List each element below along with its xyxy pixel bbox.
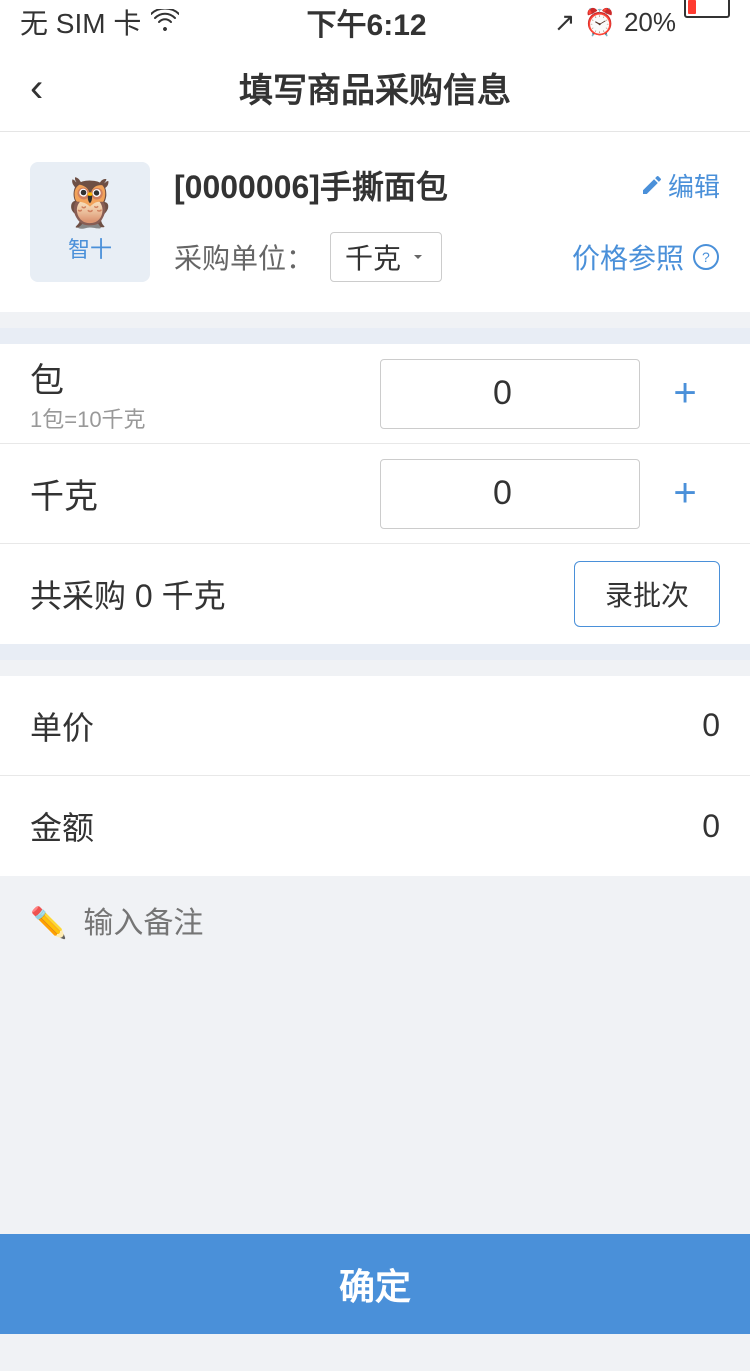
battery-percent: 20% xyxy=(624,7,676,38)
product-logo-icon: 🦉 xyxy=(60,180,120,228)
price-ref-button[interactable]: 价格参照 ? xyxy=(572,237,720,277)
product-unit-row: 采购单位： 千克 价格参照 ? xyxy=(174,232,720,282)
kg-input[interactable] xyxy=(380,459,640,529)
unit-selector[interactable]: 千克 xyxy=(330,232,442,282)
unit-price-row: 单价 0 xyxy=(0,676,750,776)
confirm-button[interactable]: 确定 xyxy=(0,1234,750,1334)
kg-label: 千克 xyxy=(30,469,150,518)
bao-field-wrap: + xyxy=(150,359,720,429)
page-title: 填写商品采购信息 xyxy=(239,63,511,112)
bao-label: 包 1包=10千克 xyxy=(30,353,150,434)
bao-input[interactable] xyxy=(380,359,640,429)
bao-plus-button[interactable]: + xyxy=(650,359,720,429)
unit-price-label: 单价 xyxy=(30,703,94,749)
kg-field-wrap: + xyxy=(150,459,720,529)
status-right: ↗ ⏰ 20% xyxy=(554,0,730,49)
nav-bar: ‹ 填写商品采购信息 xyxy=(0,44,750,132)
input-section: 包 1包=10千克 + 千克 + xyxy=(0,344,750,544)
status-time: 下午6:12 xyxy=(307,0,427,44)
section-divider-1 xyxy=(0,328,750,344)
product-card: 🦉 智十 [0000006]手撕面包 编辑 采购单位： 千克 价格参照 ? xyxy=(0,132,750,312)
bao-label-main: 包 xyxy=(30,353,150,402)
amount-row: 金额 0 xyxy=(0,776,750,876)
price-section: 单价 0 金额 0 xyxy=(0,676,750,876)
location-icon: ↗ xyxy=(554,7,576,38)
total-label: 共采购 0 千克 xyxy=(30,571,226,617)
pencil-icon: ✏️ xyxy=(30,906,67,941)
product-info: [0000006]手撕面包 编辑 采购单位： 千克 价格参照 ? xyxy=(174,162,720,282)
amount-label: 金额 xyxy=(30,803,94,849)
alarm-icon: ⏰ xyxy=(584,7,616,38)
product-image: 🦉 智十 xyxy=(30,162,150,282)
remark-input[interactable] xyxy=(83,907,720,941)
total-row: 共采购 0 千克 录批次 xyxy=(0,544,750,644)
empty-area xyxy=(0,971,750,1271)
unit-label: 采购单位： xyxy=(174,237,314,277)
product-logo-label: 智十 xyxy=(68,232,112,264)
kg-input-row: 千克 + xyxy=(0,444,750,544)
kg-plus-button[interactable]: + xyxy=(650,459,720,529)
battery-icon xyxy=(684,0,730,49)
status-bar: 无 SIM 卡 下午6:12 ↗ ⏰ 20% xyxy=(0,0,750,44)
remark-section: ✏️ xyxy=(0,876,750,971)
svg-text:?: ? xyxy=(702,249,710,265)
back-button[interactable]: ‹ xyxy=(30,68,43,108)
batch-button[interactable]: 录批次 xyxy=(574,561,720,627)
bao-input-row: 包 1包=10千克 + xyxy=(0,344,750,444)
product-name: [0000006]手撕面包 xyxy=(174,162,448,208)
status-left: 无 SIM 卡 xyxy=(20,2,179,42)
kg-label-main: 千克 xyxy=(30,469,150,518)
wifi-icon xyxy=(151,6,179,38)
unit-price-value: 0 xyxy=(702,707,720,744)
bao-label-sub: 1包=10千克 xyxy=(30,402,150,434)
carrier-label: 无 SIM 卡 xyxy=(20,2,141,42)
edit-button[interactable]: 编辑 xyxy=(640,167,720,204)
section-divider-2 xyxy=(0,644,750,660)
amount-value: 0 xyxy=(702,808,720,845)
product-name-row: [0000006]手撕面包 编辑 xyxy=(174,162,720,208)
